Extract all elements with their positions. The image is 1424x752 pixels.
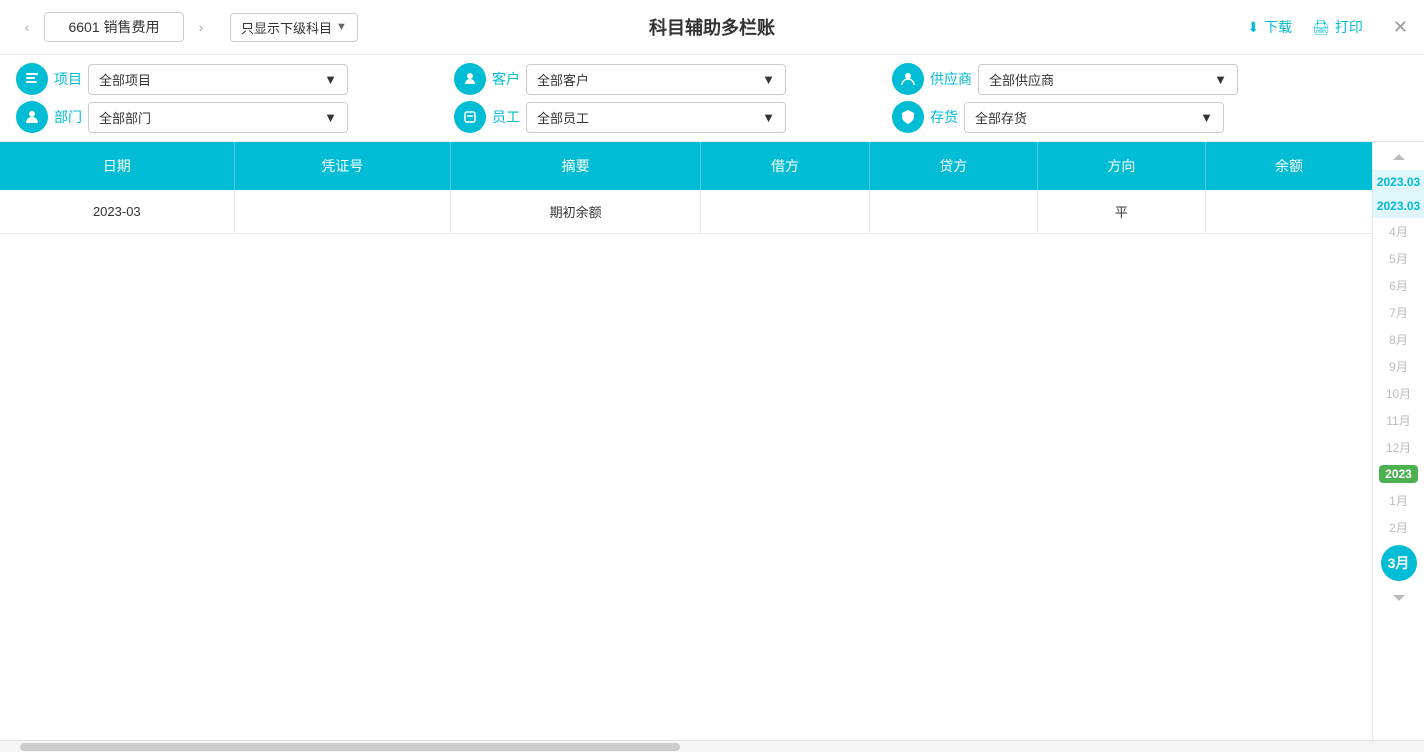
table-row[interactable]: 2023-03 期初余额 平 [0, 190, 1372, 234]
col-balance: 余额 [1205, 142, 1372, 190]
page-title: 科目辅助多栏账 [649, 14, 775, 40]
sub-dropdown-arrow: ▼ [336, 21, 347, 33]
filter-project: 项目 全部项目 ▼ [16, 63, 446, 95]
timeline-period-2[interactable]: 2023.03 [1373, 194, 1424, 218]
horizontal-scrollbar[interactable] [0, 740, 1424, 752]
ledger-table: 日期 凭证号 摘要 借方 贷方 方向 余额 2023-03 期初余额 [0, 142, 1372, 234]
col-date: 日期 [0, 142, 234, 190]
filter-inventory: 存货 全部存货 ▼ [892, 101, 1322, 133]
timeline-month-7[interactable]: 7月 [1373, 299, 1424, 326]
project-icon [16, 63, 48, 95]
timeline-period-1[interactable]: 2023.03 [1373, 170, 1424, 194]
timeline-month-2[interactable]: 2月 [1373, 514, 1424, 541]
col-voucher: 凭证号 [234, 142, 450, 190]
employee-value: 全部员工 [537, 108, 589, 127]
cell-direction: 平 [1037, 190, 1205, 234]
employee-icon [454, 101, 486, 133]
filter-customer: 客户 全部客户 ▼ [454, 63, 884, 95]
timeline-month-9[interactable]: 9月 [1373, 353, 1424, 380]
download-label: 下载 [1264, 17, 1292, 37]
cell-voucher [234, 190, 450, 234]
filter-bar: 项目 全部项目 ▼ 客户 全部客户 ▼ [0, 55, 1424, 142]
account-code-box[interactable]: 6601 销售费用 [44, 12, 184, 42]
supplier-icon [892, 63, 924, 95]
supplier-label: 供应商 [930, 69, 972, 89]
timeline-up-arrow[interactable] [1373, 146, 1424, 170]
title-bar: ‹ 6601 销售费用 › 只显示下级科目 ▼ 科目辅助多栏账 ⬇ 下载 🖨 打… [0, 0, 1424, 55]
customer-select[interactable]: 全部客户 ▼ [526, 64, 786, 95]
side-timeline: 2023.03 2023.03 4月 5月 6月 7月 8月 9月 10月 11… [1372, 142, 1424, 740]
timeline-month-10[interactable]: 10月 [1373, 380, 1424, 407]
department-value: 全部部门 [99, 108, 151, 127]
employee-label: 员工 [492, 107, 520, 127]
col-summary: 摘要 [450, 142, 701, 190]
project-select[interactable]: 全部项目 ▼ [88, 64, 348, 95]
project-value: 全部项目 [99, 70, 151, 89]
col-debit: 借方 [701, 142, 869, 190]
download-icon: ⬇ [1247, 19, 1259, 36]
prev-nav-arrow[interactable]: ‹ [16, 16, 38, 38]
filter-row-2: 部门 全部部门 ▼ 员工 全部员工 ▼ [16, 101, 1408, 133]
show-sub-accounts-dropdown[interactable]: 只显示下级科目 ▼ [230, 13, 358, 42]
table-wrapper[interactable]: 日期 凭证号 摘要 借方 贷方 方向 余额 2023-03 期初余额 [0, 142, 1372, 740]
customer-icon [454, 63, 486, 95]
department-label: 部门 [54, 107, 82, 127]
print-icon: 🖨 [1312, 19, 1330, 36]
employee-select[interactable]: 全部员工 ▼ [526, 102, 786, 133]
filter-supplier: 供应商 全部供应商 ▼ [892, 63, 1322, 95]
department-icon [16, 101, 48, 133]
filter-row-1: 项目 全部项目 ▼ 客户 全部客户 ▼ [16, 63, 1408, 95]
cell-credit [869, 190, 1037, 234]
inventory-icon [892, 101, 924, 133]
supplier-arrow: ▼ [1214, 72, 1227, 87]
top-actions: ⬇ 下载 🖨 打印 ✕ [1247, 17, 1408, 38]
cell-debit [701, 190, 869, 234]
timeline-active-month[interactable]: 3月 [1381, 545, 1417, 581]
timeline-down-arrow[interactable] [1373, 585, 1424, 609]
main-window: ‹ 6601 销售费用 › 只显示下级科目 ▼ 科目辅助多栏账 ⬇ 下载 🖨 打… [0, 0, 1424, 752]
col-direction: 方向 [1037, 142, 1205, 190]
customer-arrow: ▼ [762, 72, 775, 87]
main-content: 日期 凭证号 摘要 借方 贷方 方向 余额 2023-03 期初余额 [0, 142, 1424, 740]
print-label: 打印 [1335, 17, 1363, 37]
year-badge[interactable]: 2023 [1379, 465, 1418, 483]
timeline-month-12[interactable]: 12月 [1373, 434, 1424, 461]
show-sub-label: 只显示下级科目 [241, 18, 332, 37]
cell-summary: 期初余额 [450, 190, 701, 234]
cell-balance [1205, 190, 1372, 234]
inventory-label: 存货 [930, 107, 958, 127]
timeline-month-1[interactable]: 1月 [1373, 487, 1424, 514]
supplier-value: 全部供应商 [989, 70, 1054, 89]
next-nav-arrow[interactable]: › [190, 16, 212, 38]
nav-section: ‹ 6601 销售费用 › 只显示下级科目 ▼ [16, 12, 358, 42]
filter-department: 部门 全部部门 ▼ [16, 101, 446, 133]
supplier-select[interactable]: 全部供应商 ▼ [978, 64, 1238, 95]
timeline-month-11[interactable]: 11月 [1373, 407, 1424, 434]
download-button[interactable]: ⬇ 下载 [1247, 17, 1292, 37]
department-select[interactable]: 全部部门 ▼ [88, 102, 348, 133]
col-credit: 贷方 [869, 142, 1037, 190]
timeline-month-6[interactable]: 6月 [1373, 272, 1424, 299]
timeline-month-5[interactable]: 5月 [1373, 245, 1424, 272]
close-button[interactable]: ✕ [1393, 17, 1408, 38]
project-label: 项目 [54, 69, 82, 89]
cell-date: 2023-03 [0, 190, 234, 234]
inventory-select[interactable]: 全部存货 ▼ [964, 102, 1224, 133]
customer-label: 客户 [492, 69, 520, 89]
timeline-month-8[interactable]: 8月 [1373, 326, 1424, 353]
department-arrow: ▼ [324, 110, 337, 125]
employee-arrow: ▼ [762, 110, 775, 125]
timeline-month-4[interactable]: 4月 [1373, 218, 1424, 245]
inventory-arrow: ▼ [1200, 110, 1213, 125]
filter-employee: 员工 全部员工 ▼ [454, 101, 884, 133]
customer-value: 全部客户 [537, 70, 589, 89]
scrollbar-thumb[interactable] [20, 743, 680, 751]
project-arrow: ▼ [324, 72, 337, 87]
print-button[interactable]: 🖨 打印 [1312, 17, 1363, 37]
inventory-value: 全部存货 [975, 108, 1027, 127]
